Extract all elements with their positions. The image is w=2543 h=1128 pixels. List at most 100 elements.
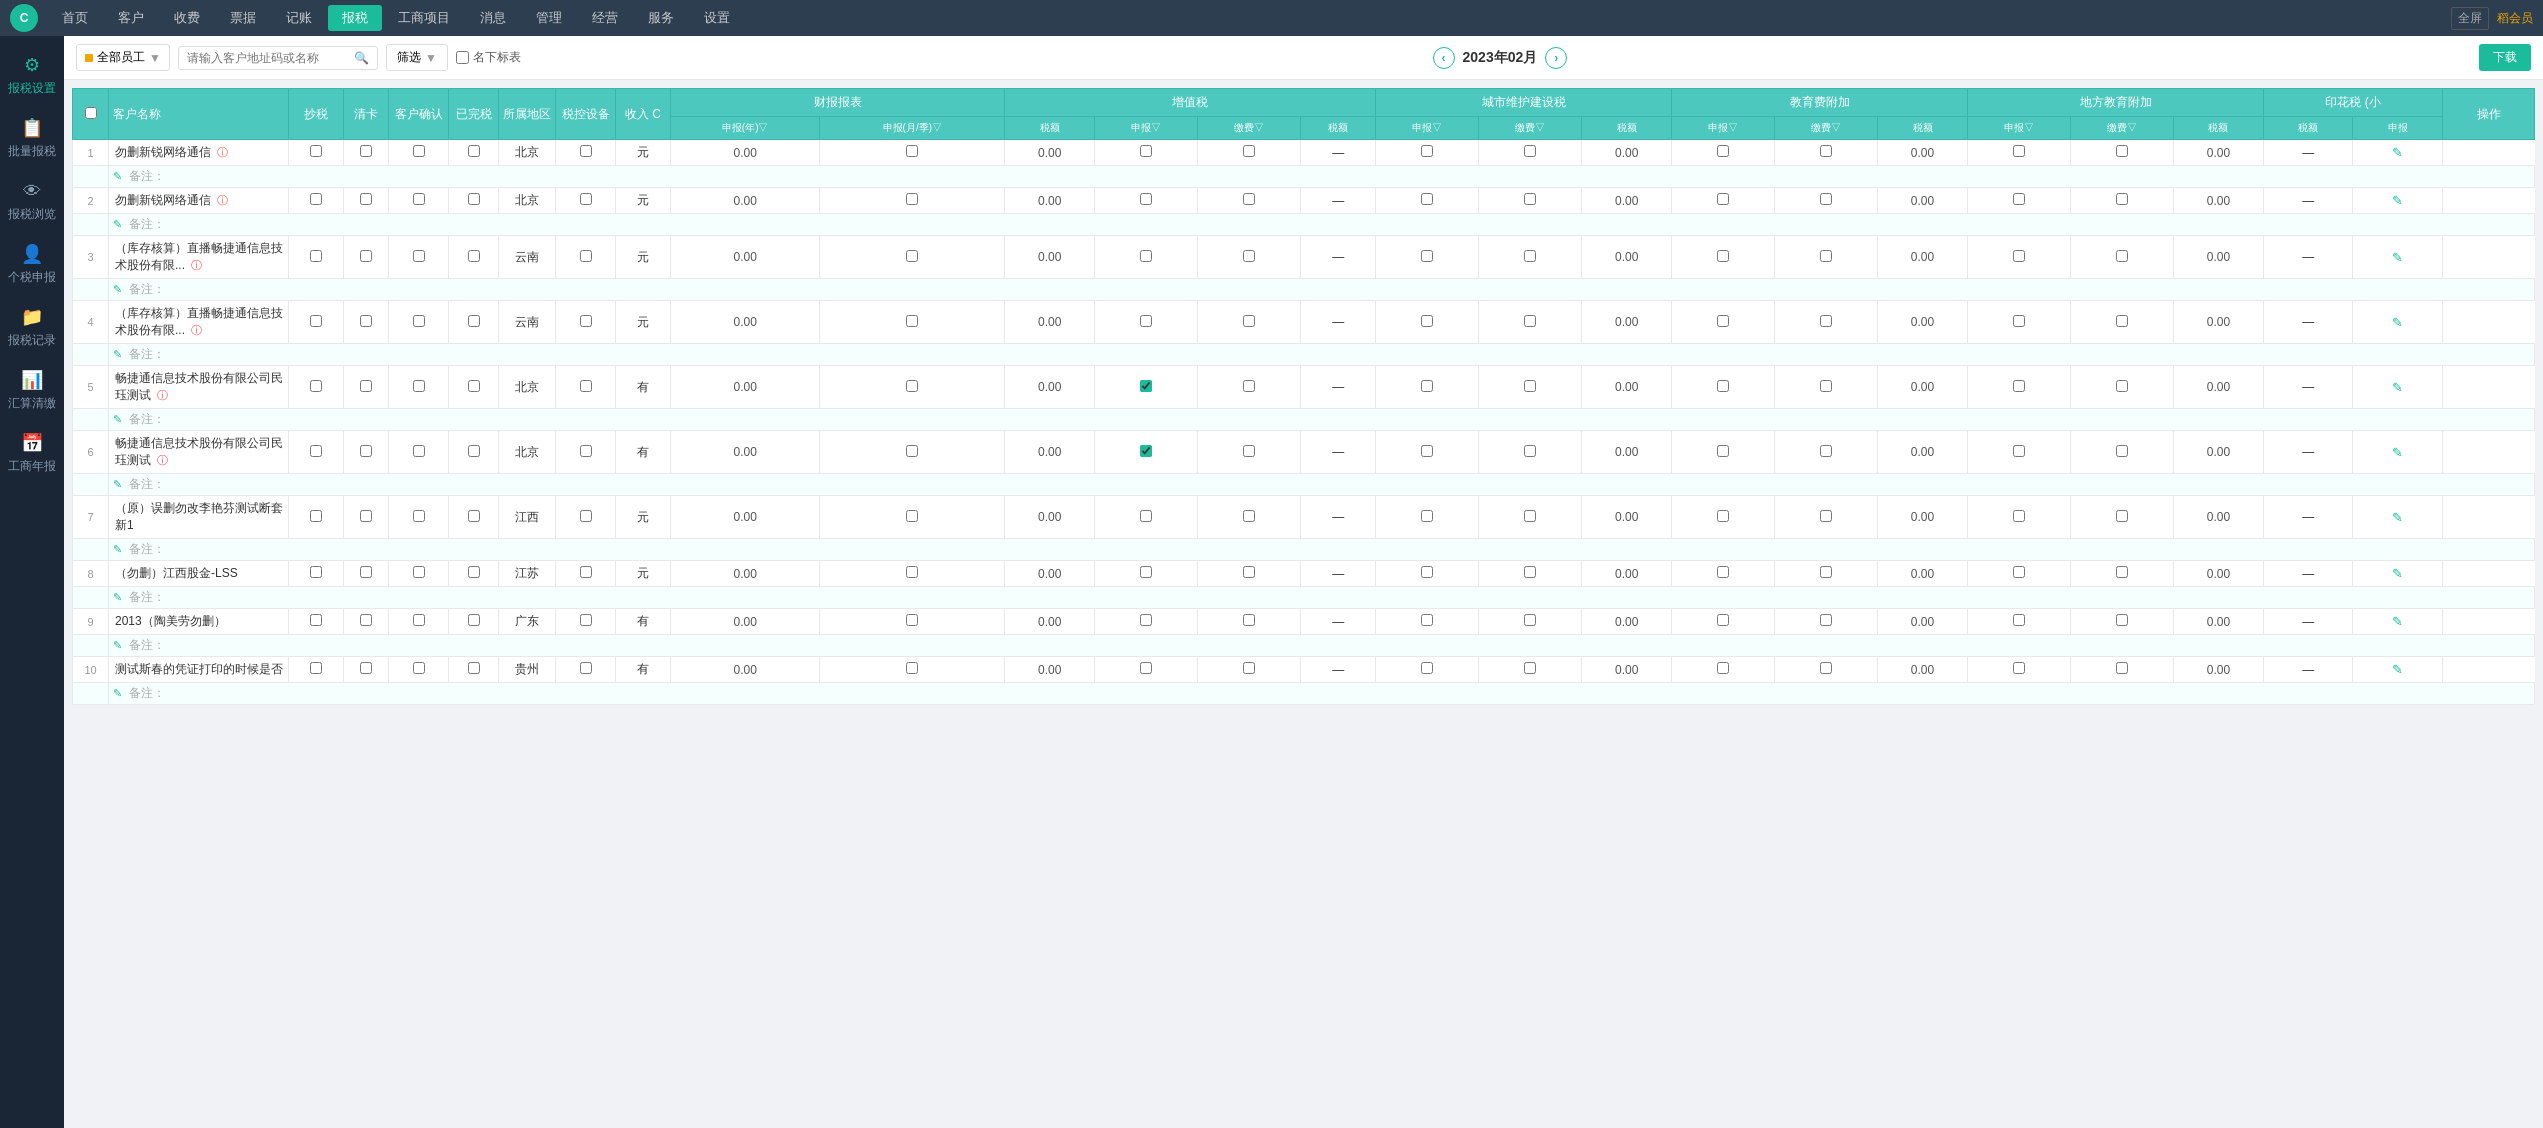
vat-pay-checkbox[interactable] bbox=[1243, 145, 1255, 157]
edu-declare-checkbox[interactable] bbox=[1717, 193, 1729, 205]
confirm-checkbox[interactable] bbox=[413, 662, 425, 674]
local-pay-checkbox[interactable] bbox=[2116, 250, 2128, 262]
edu-declare-checkbox[interactable] bbox=[1717, 662, 1729, 674]
employee-filter[interactable]: 全部员工 ▼ bbox=[76, 44, 170, 71]
vat-declare-checkbox[interactable] bbox=[1140, 566, 1152, 578]
edu-declare-checkbox[interactable] bbox=[1717, 566, 1729, 578]
city-declare-checkbox[interactable] bbox=[1421, 662, 1433, 674]
edu-pay-checkbox[interactable] bbox=[1820, 145, 1832, 157]
confirm-checkbox[interactable] bbox=[413, 614, 425, 626]
edu-declare-checkbox[interactable] bbox=[1717, 250, 1729, 262]
card-checkbox[interactable] bbox=[360, 510, 372, 522]
edit-icon[interactable]: ✎ bbox=[2392, 510, 2403, 525]
taxdev-checkbox[interactable] bbox=[580, 193, 592, 205]
edu-pay-checkbox[interactable] bbox=[1820, 250, 1832, 262]
member-button[interactable]: 稻会员 bbox=[2497, 10, 2533, 27]
vat-declare-checkbox[interactable] bbox=[1140, 315, 1152, 327]
nav-manage[interactable]: 管理 bbox=[522, 5, 576, 31]
city-declare-checkbox[interactable] bbox=[1421, 145, 1433, 157]
note-edit-icon[interactable]: ✎ bbox=[113, 170, 122, 182]
taxdev-checkbox[interactable] bbox=[580, 315, 592, 327]
vat-declare-checkbox[interactable] bbox=[1140, 380, 1152, 392]
fin-year-checkbox[interactable] bbox=[906, 315, 918, 327]
card-checkbox[interactable] bbox=[360, 193, 372, 205]
note-edit-icon[interactable]: ✎ bbox=[113, 478, 122, 490]
error-icon[interactable]: ⓘ bbox=[157, 389, 168, 401]
vat-pay-checkbox[interactable] bbox=[1243, 445, 1255, 457]
confirm-checkbox[interactable] bbox=[413, 193, 425, 205]
edit-icon[interactable]: ✎ bbox=[2392, 380, 2403, 395]
filed-checkbox[interactable] bbox=[468, 566, 480, 578]
vat-pay-checkbox[interactable] bbox=[1243, 510, 1255, 522]
nav-business[interactable]: 工商项目 bbox=[384, 5, 464, 31]
edit-icon[interactable]: ✎ bbox=[2392, 445, 2403, 460]
confirm-checkbox[interactable] bbox=[413, 145, 425, 157]
vat-pay-checkbox[interactable] bbox=[1243, 662, 1255, 674]
city-pay-checkbox[interactable] bbox=[1524, 566, 1536, 578]
fullscreen-button[interactable]: 全屏 bbox=[2451, 7, 2489, 30]
sidebar-item-tax-records[interactable]: 📁 报税记录 bbox=[4, 298, 60, 357]
taxdev-checkbox[interactable] bbox=[580, 250, 592, 262]
local-pay-checkbox[interactable] bbox=[2116, 566, 2128, 578]
search-input[interactable] bbox=[187, 51, 354, 65]
fin-year-checkbox[interactable] bbox=[906, 510, 918, 522]
error-icon[interactable]: ⓘ bbox=[191, 324, 202, 336]
table-wrapper[interactable]: 客户名称 抄税 清卡 客户确认 已完税 所属地区 税控设备 收入 C 财报报表 … bbox=[64, 80, 2543, 1128]
vat-declare-checkbox[interactable] bbox=[1140, 662, 1152, 674]
city-declare-checkbox[interactable] bbox=[1421, 380, 1433, 392]
filed-checkbox[interactable] bbox=[468, 510, 480, 522]
city-pay-checkbox[interactable] bbox=[1524, 614, 1536, 626]
city-declare-checkbox[interactable] bbox=[1421, 315, 1433, 327]
nav-tax[interactable]: 报税 bbox=[328, 5, 382, 31]
taxdev-checkbox[interactable] bbox=[580, 614, 592, 626]
city-pay-checkbox[interactable] bbox=[1524, 145, 1536, 157]
fin-year-checkbox[interactable] bbox=[906, 662, 918, 674]
confirm-checkbox[interactable] bbox=[413, 566, 425, 578]
edu-pay-checkbox[interactable] bbox=[1820, 566, 1832, 578]
note-edit-icon[interactable]: ✎ bbox=[113, 348, 122, 360]
confirm-checkbox[interactable] bbox=[413, 445, 425, 457]
tax-checkbox[interactable] bbox=[310, 145, 322, 157]
error-icon[interactable]: ⓘ bbox=[157, 454, 168, 466]
city-pay-checkbox[interactable] bbox=[1524, 250, 1536, 262]
taxdev-checkbox[interactable] bbox=[580, 145, 592, 157]
vat-declare-checkbox[interactable] bbox=[1140, 445, 1152, 457]
nav-accounting[interactable]: 记账 bbox=[272, 5, 326, 31]
city-declare-checkbox[interactable] bbox=[1421, 510, 1433, 522]
sidebar-item-annual-report[interactable]: 📅 工商年报 bbox=[4, 424, 60, 483]
local-declare-checkbox[interactable] bbox=[2013, 315, 2025, 327]
edit-icon[interactable]: ✎ bbox=[2392, 193, 2403, 208]
sidebar-item-personal-tax[interactable]: 👤 个税申报 bbox=[4, 235, 60, 294]
city-pay-checkbox[interactable] bbox=[1524, 315, 1536, 327]
local-pay-checkbox[interactable] bbox=[2116, 662, 2128, 674]
edu-pay-checkbox[interactable] bbox=[1820, 315, 1832, 327]
local-declare-checkbox[interactable] bbox=[2013, 250, 2025, 262]
local-pay-checkbox[interactable] bbox=[2116, 445, 2128, 457]
edit-icon[interactable]: ✎ bbox=[2392, 315, 2403, 330]
sidebar-item-batch-tax[interactable]: 📋 批量报税 bbox=[4, 109, 60, 168]
local-declare-checkbox[interactable] bbox=[2013, 145, 2025, 157]
confirm-checkbox[interactable] bbox=[413, 250, 425, 262]
local-pay-checkbox[interactable] bbox=[2116, 380, 2128, 392]
edit-icon[interactable]: ✎ bbox=[2392, 614, 2403, 629]
download-button[interactable]: 下载 bbox=[2479, 44, 2531, 71]
local-declare-checkbox[interactable] bbox=[2013, 566, 2025, 578]
edit-icon[interactable]: ✎ bbox=[2392, 662, 2403, 677]
card-checkbox[interactable] bbox=[360, 145, 372, 157]
taxdev-checkbox[interactable] bbox=[580, 662, 592, 674]
city-declare-checkbox[interactable] bbox=[1421, 445, 1433, 457]
tax-checkbox[interactable] bbox=[310, 662, 322, 674]
city-pay-checkbox[interactable] bbox=[1524, 193, 1536, 205]
local-declare-checkbox[interactable] bbox=[2013, 510, 2025, 522]
named-table-checkbox-label[interactable]: 名下标表 bbox=[456, 49, 521, 66]
fin-year-checkbox[interactable] bbox=[906, 614, 918, 626]
sidebar-item-tax-settings[interactable]: ⚙ 报税设置 bbox=[4, 46, 60, 105]
card-checkbox[interactable] bbox=[360, 662, 372, 674]
tax-checkbox[interactable] bbox=[310, 315, 322, 327]
error-icon[interactable]: ⓘ bbox=[217, 194, 228, 206]
nav-operation[interactable]: 经营 bbox=[578, 5, 632, 31]
edit-icon[interactable]: ✎ bbox=[2392, 566, 2403, 581]
city-declare-checkbox[interactable] bbox=[1421, 193, 1433, 205]
edu-pay-checkbox[interactable] bbox=[1820, 662, 1832, 674]
local-declare-checkbox[interactable] bbox=[2013, 380, 2025, 392]
